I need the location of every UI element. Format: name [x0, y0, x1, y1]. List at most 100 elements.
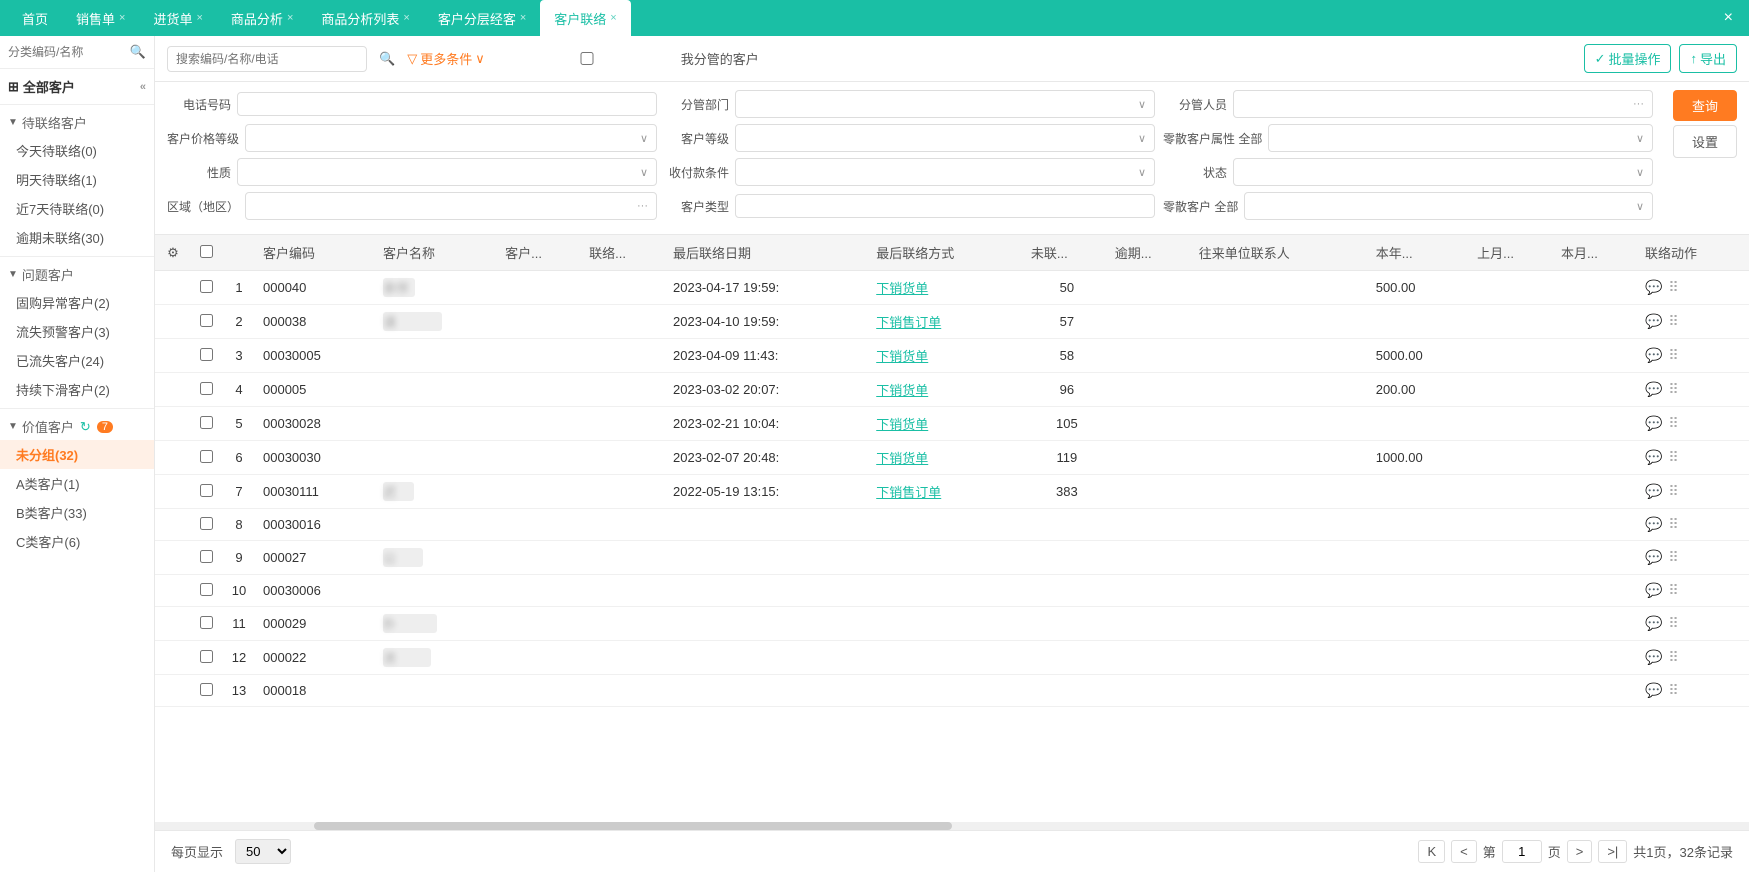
filter-customer-type-input[interactable]: [735, 194, 1155, 218]
more-conditions-button[interactable]: ▽ 更多条件 ∨: [407, 49, 485, 68]
more-action-icon-5[interactable]: ⠿: [1668, 449, 1678, 466]
sidebar-item-abnormal[interactable]: 固购异常客户(2): [0, 288, 154, 317]
last-page-button[interactable]: >|: [1598, 840, 1627, 863]
row-check-9[interactable]: [191, 575, 221, 607]
value-customers-group[interactable]: ▼ 价值客户 ↻ 7: [0, 413, 154, 440]
collapse-sidebar-icon[interactable]: «: [140, 81, 146, 93]
more-action-icon-10[interactable]: ⠿: [1668, 615, 1678, 632]
more-action-icon-6[interactable]: ⠿: [1668, 483, 1678, 500]
sidebar-item-tomorrow[interactable]: 明天待联络(1): [0, 165, 154, 194]
contact-icon-9[interactable]: 💬: [1645, 582, 1662, 599]
row-check-5[interactable]: [191, 441, 221, 475]
row-checkbox-7[interactable]: [200, 517, 213, 530]
contact-icon-4[interactable]: 💬: [1645, 415, 1662, 432]
sidebar-item-today[interactable]: 今天待联络(0): [0, 136, 154, 165]
close-purchase-tab-icon[interactable]: ×: [196, 12, 202, 24]
scrollbar-thumb[interactable]: [314, 822, 952, 830]
filter-search-icon[interactable]: 🔍: [379, 51, 395, 67]
row-check-8[interactable]: [191, 541, 221, 575]
sidebar-search-icon[interactable]: 🔍: [130, 44, 146, 60]
row-checkbox-2[interactable]: [200, 348, 213, 361]
sidebar-item-group-b[interactable]: B类客户(33): [0, 498, 154, 527]
row-check-1[interactable]: [191, 305, 221, 339]
more-action-icon-1[interactable]: ⠿: [1668, 313, 1678, 330]
contact-icon-8[interactable]: 💬: [1645, 549, 1662, 566]
sidebar-item-inactive[interactable]: 持续下滑客户(2): [0, 375, 154, 404]
contact-icon-3[interactable]: 💬: [1645, 381, 1662, 398]
check-all-input[interactable]: [200, 245, 213, 258]
filter-status-select[interactable]: ∨: [1233, 158, 1653, 186]
more-action-icon-12[interactable]: ⠿: [1668, 682, 1678, 699]
batch-ops-button[interactable]: ✓ 批量操作: [1584, 44, 1672, 73]
close-customer-segment-tab-icon[interactable]: ×: [520, 12, 526, 24]
sidebar-item-no-group[interactable]: 未分组(32): [0, 440, 154, 469]
per-page-select[interactable]: 50 100 200: [235, 839, 291, 864]
row-checkbox-6[interactable]: [200, 484, 213, 497]
contact-icon-5[interactable]: 💬: [1645, 449, 1662, 466]
sidebar-item-loss-warning[interactable]: 流失预警客户(3): [0, 317, 154, 346]
first-page-button[interactable]: K: [1418, 840, 1445, 863]
tab-goods-analysis[interactable]: 商品分析 ×: [217, 0, 307, 36]
tab-sales[interactable]: 销售单 ×: [62, 0, 139, 36]
filter-retail-attr-select[interactable]: ∨: [1268, 124, 1653, 152]
contact-icon-12[interactable]: 💬: [1645, 682, 1662, 699]
tab-customer-segment[interactable]: 客户分层经客 ×: [424, 0, 540, 36]
export-button[interactable]: ↑ 导出: [1679, 44, 1737, 73]
sidebar-item-near7[interactable]: 近7天待联络(0): [0, 194, 154, 223]
filter-nature-select[interactable]: ∨: [237, 158, 657, 186]
row-checkbox-4[interactable]: [200, 416, 213, 429]
sidebar-all-customers-header[interactable]: ⊞ 全部客户 «: [0, 69, 154, 100]
row-check-10[interactable]: [191, 607, 221, 641]
more-action-icon-3[interactable]: ⠿: [1668, 381, 1678, 398]
pending-contact-group[interactable]: ▼ 待联络客户: [0, 109, 154, 136]
col-check-all[interactable]: [191, 235, 221, 271]
tab-customer-contact[interactable]: 客户联络 ×: [540, 0, 630, 36]
filter-region-select[interactable]: ···: [245, 192, 657, 220]
contact-icon-0[interactable]: 💬: [1645, 279, 1662, 296]
contact-icon-10[interactable]: 💬: [1645, 615, 1662, 632]
more-action-icon-7[interactable]: ⠿: [1668, 516, 1678, 533]
search-input[interactable]: [167, 46, 367, 72]
more-action-icon-11[interactable]: ⠿: [1668, 649, 1678, 666]
row-checkbox-5[interactable]: [200, 450, 213, 463]
tab-purchase[interactable]: 进货单 ×: [139, 0, 216, 36]
sidebar-item-lost[interactable]: 已流失客户(24): [0, 346, 154, 375]
more-action-icon-9[interactable]: ⠿: [1668, 582, 1678, 599]
col-gear[interactable]: ⚙: [155, 235, 191, 271]
nav-close-all-button[interactable]: ×: [1716, 9, 1741, 27]
page-number-input[interactable]: [1502, 840, 1542, 863]
filter-payment-select[interactable]: ∨: [735, 158, 1155, 186]
contact-icon-2[interactable]: 💬: [1645, 347, 1662, 364]
contact-icon-6[interactable]: 💬: [1645, 483, 1662, 500]
row-check-7[interactable]: [191, 509, 221, 541]
sidebar-search-input[interactable]: [8, 45, 126, 59]
row-checkbox-1[interactable]: [200, 314, 213, 327]
filter-manager-select[interactable]: ···: [1233, 90, 1653, 118]
close-customer-contact-tab-icon[interactable]: ×: [610, 12, 616, 24]
close-goods-analysis-list-tab-icon[interactable]: ×: [403, 12, 409, 24]
close-goods-analysis-tab-icon[interactable]: ×: [287, 12, 293, 24]
more-action-icon-8[interactable]: ⠿: [1668, 549, 1678, 566]
sidebar-item-overdue[interactable]: 逾期未联络(30): [0, 223, 154, 252]
row-checkbox-8[interactable]: [200, 550, 213, 563]
next-page-button[interactable]: >: [1567, 840, 1593, 863]
row-checkbox-3[interactable]: [200, 382, 213, 395]
filter-dept-select[interactable]: ∨: [735, 90, 1155, 118]
row-checkbox-0[interactable]: [200, 280, 213, 293]
reset-button[interactable]: 设置: [1673, 125, 1737, 158]
my-customers-check-input[interactable]: [497, 52, 677, 65]
refresh-icon[interactable]: ↻: [80, 419, 91, 435]
row-check-0[interactable]: [191, 271, 221, 305]
row-checkbox-9[interactable]: [200, 583, 213, 596]
query-button[interactable]: 查询: [1673, 90, 1737, 121]
contact-icon-7[interactable]: 💬: [1645, 516, 1662, 533]
row-checkbox-12[interactable]: [200, 683, 213, 696]
row-check-4[interactable]: [191, 407, 221, 441]
row-check-2[interactable]: [191, 339, 221, 373]
row-check-3[interactable]: [191, 373, 221, 407]
contact-icon-1[interactable]: 💬: [1645, 313, 1662, 330]
tab-goods-analysis-list[interactable]: 商品分析列表 ×: [307, 0, 423, 36]
filter-phone-input[interactable]: [237, 92, 657, 116]
filter-retail-customer-select[interactable]: ∨: [1244, 192, 1653, 220]
prev-page-button[interactable]: <: [1451, 840, 1477, 863]
